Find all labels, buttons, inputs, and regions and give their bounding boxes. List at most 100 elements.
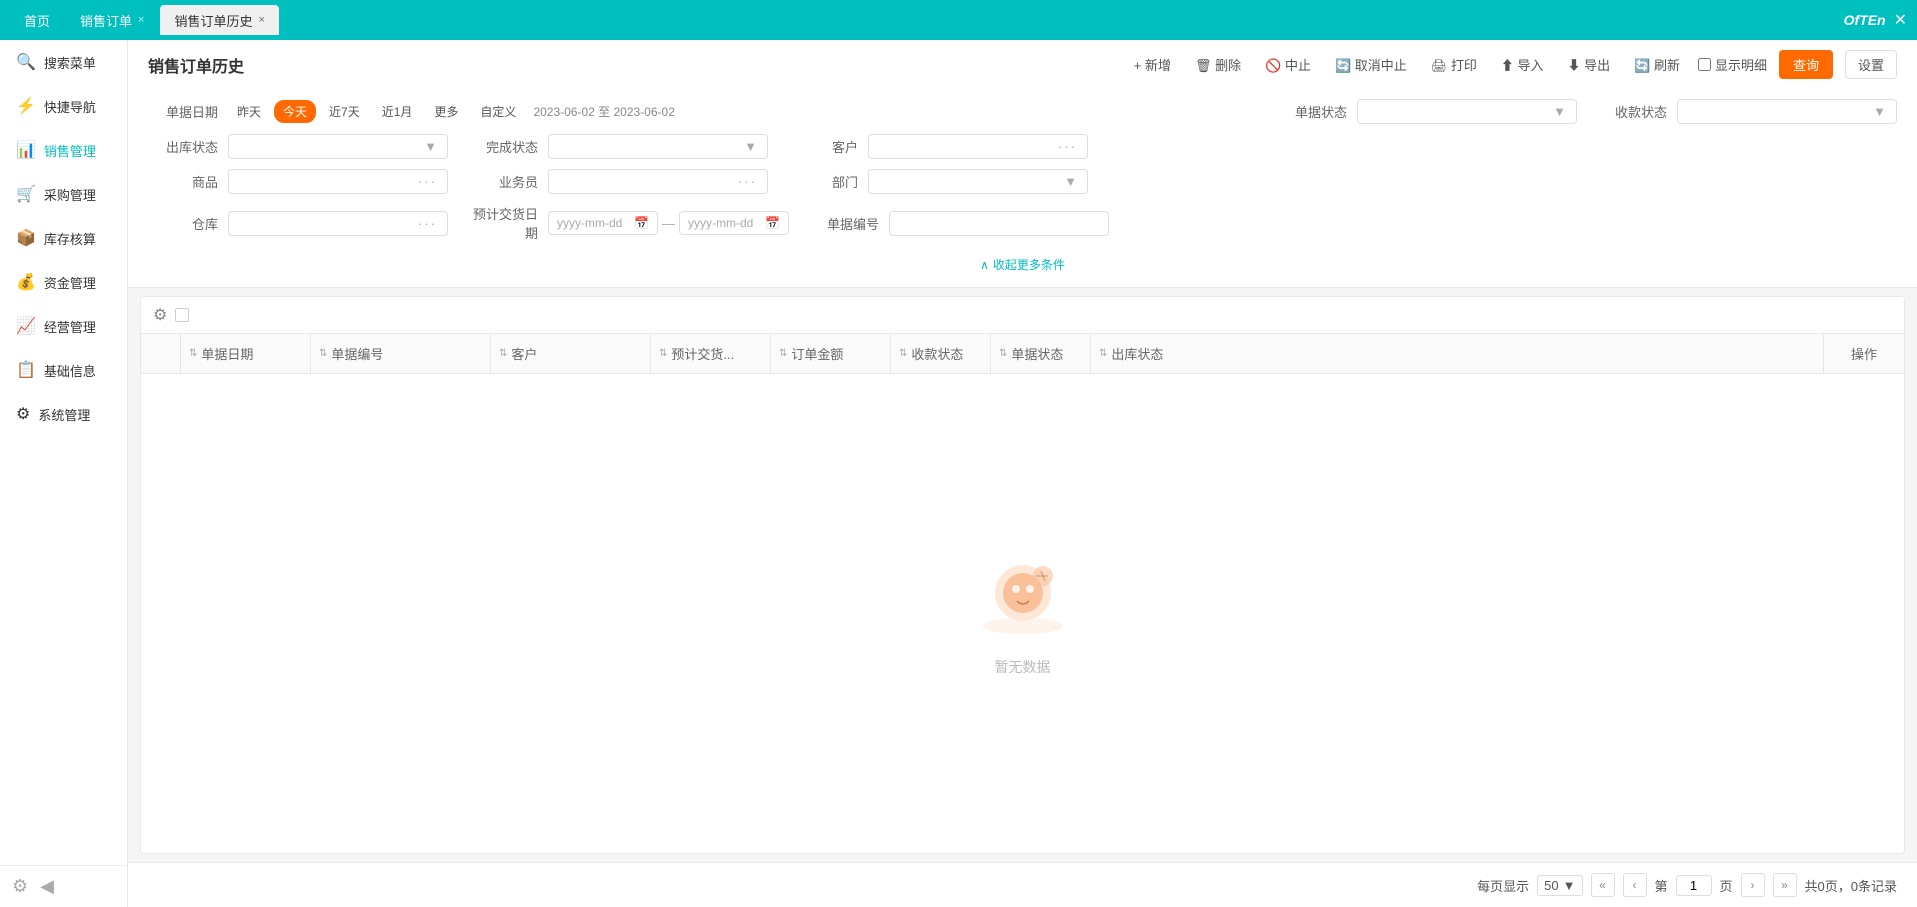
date-btn-today[interactable]: 今天 (274, 100, 316, 123)
doc-number-input[interactable] (889, 211, 1109, 236)
date-range-text: 2023-06-02 至 2023-06-02 (533, 103, 674, 120)
cancel-stop-button[interactable]: 🔄 取消中止 (1329, 51, 1413, 78)
page-number-input[interactable] (1676, 875, 1712, 896)
sort-icon-outbound[interactable]: ⇅ (1099, 348, 1107, 359)
tab-sales-order-history[interactable]: 销售订单历史 × (160, 5, 278, 35)
sidebar-item-inventory[interactable]: 📦 库存核算 (0, 216, 127, 260)
grid-col-payment: ⇅ 收款状态 (891, 334, 991, 373)
delete-button[interactable]: 🗑 删除 (1189, 51, 1247, 78)
warehouse-select[interactable]: ··· (228, 211, 448, 236)
per-page-select[interactable]: 50 ▼ (1537, 875, 1582, 896)
sidebar-item-quick-nav[interactable]: ⚡ 快捷导航 (0, 84, 127, 128)
sidebar-label-operations: 经营管理 (44, 317, 96, 336)
grid-header: ⇅ 单据日期 ⇅ 单据编号 ⇅ 客户 ⇅ 预计交货... ⇅ 订单金额 (141, 334, 1904, 374)
filter-row-1: 单据日期 昨天 今天 近7天 近1月 更多 自定义 2023-06-02 至 2… (148, 99, 1897, 124)
sidebar-icon-basic-info: 📋 (16, 360, 36, 380)
import-button[interactable]: ⬆ 导入 (1495, 51, 1550, 78)
tab-close-sales-order-history[interactable]: × (258, 14, 264, 26)
date-btn-yesterday[interactable]: 昨天 (228, 100, 270, 123)
stop-button[interactable]: 🚫 中止 (1259, 51, 1317, 78)
grid-col-docno: ⇅ 单据编号 (311, 334, 491, 373)
salesperson-select[interactable]: ··· (548, 169, 768, 194)
new-button[interactable]: + 新增 (1128, 51, 1177, 78)
payment-status-arrow: ▼ (1873, 104, 1886, 119)
first-page-button[interactable]: « (1591, 873, 1615, 897)
show-detail-checkbox[interactable] (1698, 58, 1711, 71)
tab-home[interactable]: 首页 (10, 5, 64, 35)
sort-icon-status[interactable]: ⇅ (999, 348, 1007, 359)
sidebar-icon-search-menu: 🔍 (16, 52, 36, 72)
sidebar-icon-purchase-mgmt: 🛒 (16, 184, 36, 204)
tab-sales-order[interactable]: 销售订单 × (66, 5, 158, 35)
date-btn-more[interactable]: 更多 (425, 100, 467, 123)
delivery-date-from[interactable]: yyyy-mm-dd 📅 (548, 211, 658, 235)
outbound-status-select[interactable]: ▼ (228, 134, 448, 159)
refresh-button[interactable]: 🔄 刷新 (1628, 51, 1686, 78)
filter-row-2: 出库状态 ▼ 完成状态 ▼ 客户 ··· (148, 134, 1897, 159)
complete-status-select[interactable]: ▼ (548, 134, 768, 159)
settings-button[interactable]: 设置 (1845, 50, 1897, 79)
customer-select[interactable]: ··· (868, 134, 1088, 159)
department-arrow: ▼ (1064, 174, 1077, 189)
next-page-button[interactable]: › (1741, 873, 1765, 897)
delivery-date-range: yyyy-mm-dd 📅 — yyyy-mm-dd 📅 (548, 211, 789, 235)
calendar-icon-from: 📅 (634, 216, 649, 230)
payment-status-select[interactable]: ▼ (1677, 99, 1897, 124)
filter-area: 单据日期 昨天 今天 近7天 近1月 更多 自定义 2023-06-02 至 2… (148, 89, 1897, 287)
empty-state: 暂无数据 (141, 374, 1904, 853)
sidebar-label-system-mgmt: 系统管理 (38, 405, 90, 424)
tab-close-sales-order[interactable]: × (138, 14, 144, 26)
last-page-button[interactable]: » (1773, 873, 1797, 897)
date-btn-1month[interactable]: 近1月 (373, 100, 422, 123)
sidebar-item-search-menu[interactable]: 🔍 搜索菜单 (0, 40, 127, 84)
product-select[interactable]: ··· (228, 169, 448, 194)
sort-icon-amount[interactable]: ⇅ (779, 348, 787, 359)
brand-label: OfTEn (1844, 12, 1886, 28)
doc-number-label: 单据编号 (809, 214, 889, 233)
grid-settings-icon[interactable]: ⚙ (153, 305, 167, 325)
salesperson-label: 业务员 (468, 172, 548, 191)
collapse-sidebar-icon[interactable]: ◀ (40, 876, 54, 897)
page-title: 销售订单历史 (148, 53, 244, 77)
empty-text: 暂无数据 (995, 657, 1051, 677)
sidebar-icon-inventory: 📦 (16, 228, 36, 248)
complete-status-arrow: ▼ (744, 139, 757, 154)
sidebar-item-system-mgmt[interactable]: ⚙ 系统管理 (0, 392, 127, 436)
export-button[interactable]: ⬇ 导出 (1562, 51, 1617, 78)
delivery-date-to[interactable]: yyyy-mm-dd 📅 (679, 211, 789, 235)
sort-icon-date[interactable]: ⇅ (189, 348, 197, 359)
date-btn-custom[interactable]: 自定义 (471, 100, 525, 123)
query-button[interactable]: 查询 (1779, 50, 1833, 79)
sort-icon-docno[interactable]: ⇅ (319, 348, 327, 359)
collapse-row[interactable]: ∧ 收起更多条件 (148, 252, 1897, 277)
doc-status-arrow: ▼ (1553, 104, 1566, 119)
calendar-icon-to: 📅 (765, 216, 780, 230)
content-area: 销售订单历史 + 新增 🗑 删除 🚫 中止 🔄 取消中止 🖨 打印 ⬆ 导入 ⬇… (128, 40, 1917, 907)
sort-icon-delivery[interactable]: ⇅ (659, 348, 667, 359)
print-button[interactable]: 🖨 打印 (1425, 51, 1483, 78)
outbound-status-arrow: ▼ (424, 139, 437, 154)
page-header: 销售订单历史 + 新增 🗑 删除 🚫 中止 🔄 取消中止 🖨 打印 ⬆ 导入 ⬇… (128, 40, 1917, 288)
show-detail-checkbox-label[interactable]: 显示明细 (1698, 55, 1767, 74)
date-separator: — (662, 216, 675, 231)
grid-select-all-checkbox[interactable] (175, 308, 189, 322)
sidebar-label-search-menu: 搜索菜单 (44, 53, 96, 72)
prev-page-button[interactable]: ‹ (1623, 873, 1647, 897)
page-label-before: 第 (1655, 876, 1668, 895)
department-select[interactable]: ▼ (868, 169, 1088, 194)
sort-icon-payment[interactable]: ⇅ (899, 348, 907, 359)
sort-icon-customer[interactable]: ⇅ (499, 348, 507, 359)
sidebar-item-finance[interactable]: 💰 资金管理 (0, 260, 127, 304)
sidebar-item-basic-info[interactable]: 📋 基础信息 (0, 348, 127, 392)
settings-icon[interactable]: ⚙ (12, 876, 28, 897)
grid-topbar: ⚙ (141, 297, 1904, 334)
grid-col-outbound: ⇅ 出库状态 (1091, 334, 1824, 373)
sidebar-item-sales-mgmt[interactable]: 📊 销售管理 (0, 128, 127, 172)
doc-status-select[interactable]: ▼ (1357, 99, 1577, 124)
sidebar-icon-system-mgmt: ⚙ (16, 404, 30, 424)
close-window-button[interactable]: ✕ (1894, 10, 1907, 30)
sidebar-item-purchase-mgmt[interactable]: 🛒 采购管理 (0, 172, 127, 216)
date-btn-7days[interactable]: 近7天 (320, 100, 369, 123)
sidebar-item-operations[interactable]: 📈 经营管理 (0, 304, 127, 348)
per-page-label: 每页显示 (1477, 876, 1529, 895)
